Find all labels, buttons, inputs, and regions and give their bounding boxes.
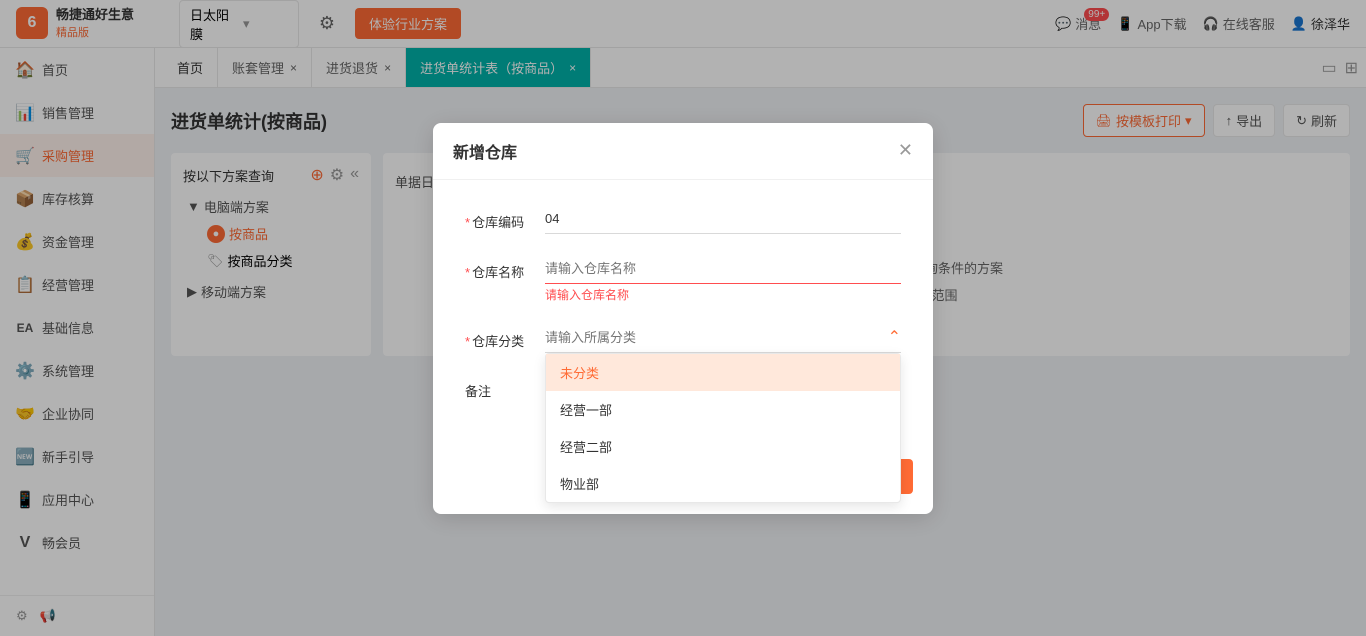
name-label: 仓库名称 (465, 254, 545, 281)
new-warehouse-modal: 新增仓库 ✕ 仓库编码 仓库名称 请输入仓库名称 仓库分类 (433, 123, 933, 514)
code-field (545, 204, 901, 234)
dropdown-up-icon[interactable]: ⌃ (888, 327, 901, 347)
category-input-row: ⌃ (545, 323, 901, 353)
form-row-name: 仓库名称 请输入仓库名称 (465, 254, 901, 303)
dropdown-item-dept1[interactable]: 经营一部 (546, 391, 900, 428)
category-input[interactable] (545, 323, 888, 352)
dropdown-item-unclassified[interactable]: 未分类 (546, 354, 900, 391)
modal-header: 新增仓库 ✕ (433, 123, 933, 180)
modal-close-button[interactable]: ✕ (898, 140, 913, 161)
form-row-category: 仓库分类 ⌃ 未分类 经营一部 经营二部 物业部 (465, 323, 901, 353)
remark-label: 备注 (465, 373, 545, 400)
form-row-code: 仓库编码 (465, 204, 901, 234)
dropdown-item-dept3[interactable]: 物业部 (546, 465, 900, 502)
code-label: 仓库编码 (465, 204, 545, 231)
code-input[interactable] (545, 204, 901, 234)
category-label: 仓库分类 (465, 323, 545, 350)
category-field: ⌃ 未分类 经营一部 经营二部 物业部 (545, 323, 901, 353)
dropdown-item-dept2[interactable]: 经营二部 (546, 428, 900, 465)
name-field: 请输入仓库名称 (545, 254, 901, 303)
name-input[interactable] (545, 254, 901, 284)
category-dropdown-list: 未分类 经营一部 经营二部 物业部 (545, 353, 901, 503)
name-error-tip: 请输入仓库名称 (545, 286, 901, 303)
modal-overlay[interactable]: 新增仓库 ✕ 仓库编码 仓库名称 请输入仓库名称 仓库分类 (0, 0, 1366, 636)
modal-body: 仓库编码 仓库名称 请输入仓库名称 仓库分类 ⌃ (433, 180, 933, 447)
modal-title: 新增仓库 (453, 139, 898, 163)
